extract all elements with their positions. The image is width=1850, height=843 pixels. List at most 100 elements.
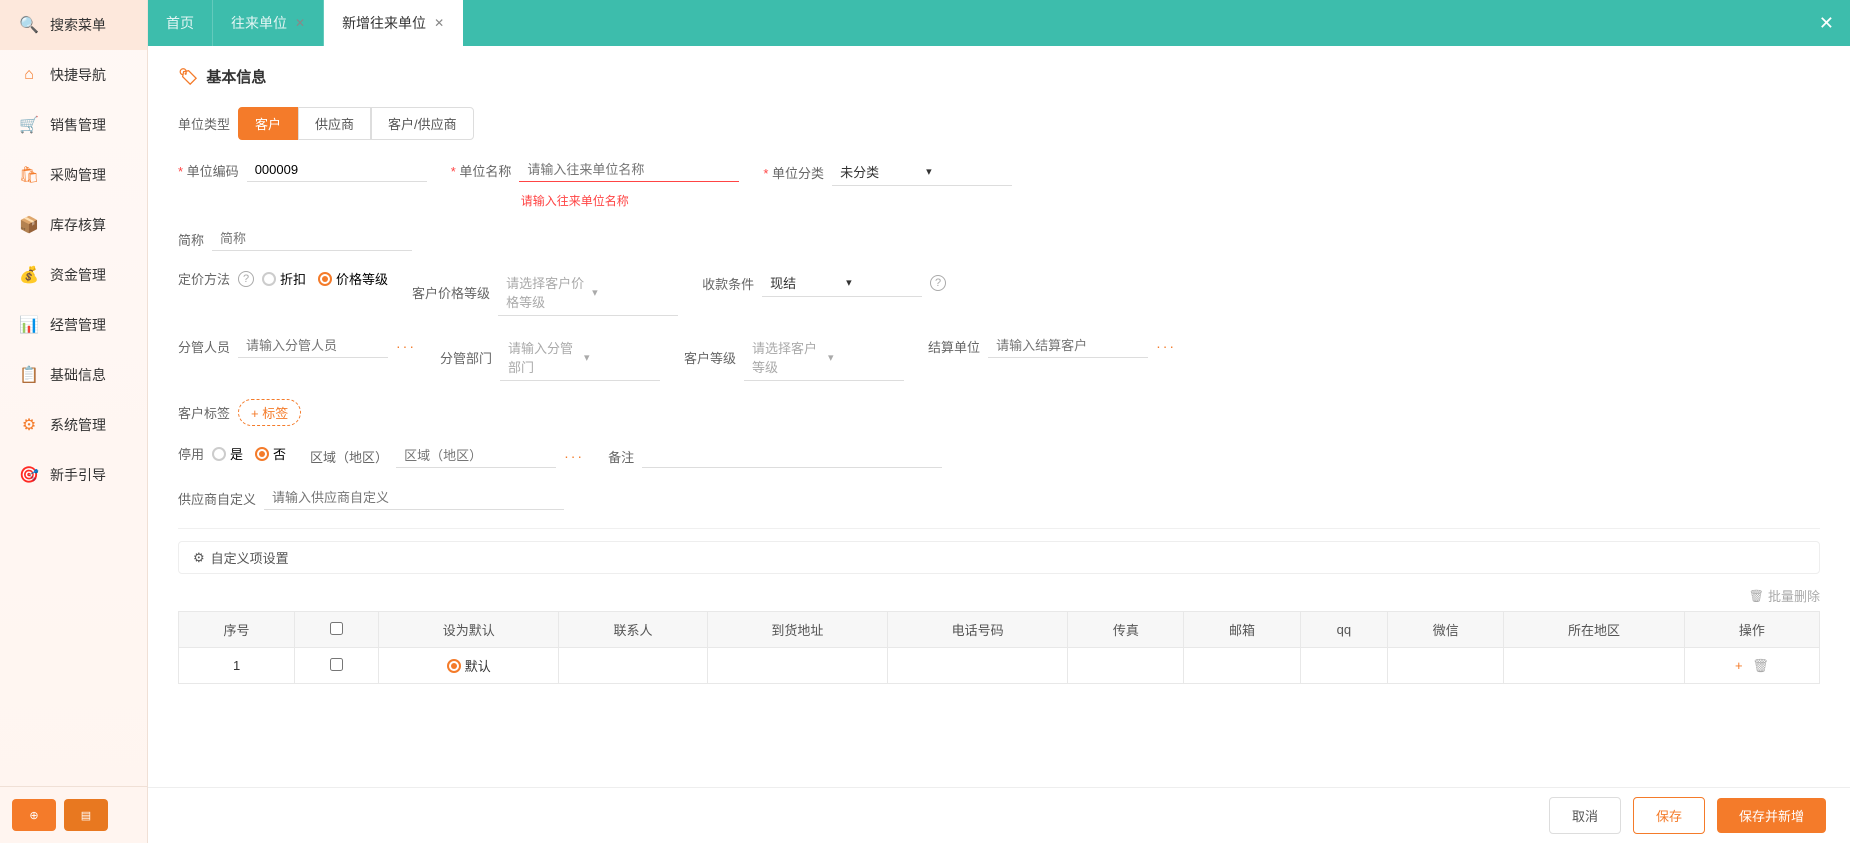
- region-input[interactable]: [396, 444, 556, 468]
- sidebar-item-finance[interactable]: 💰 资金管理: [0, 250, 147, 300]
- col-index: 序号: [179, 612, 295, 648]
- custom-settings-icon: ⚙: [193, 550, 205, 566]
- form-row-codes: 单位编码 单位名称 请输入往来单位名称 单位分类 未分类 ▾: [178, 158, 1820, 209]
- row-delete-btn[interactable]: 🗑: [1752, 658, 1769, 673]
- tab-partners-label: 往来单位: [231, 13, 287, 33]
- unit-code-input[interactable]: [247, 158, 427, 182]
- custom-settings-btn[interactable]: ⚙ 自定义项设置: [178, 541, 1820, 574]
- table-select-all[interactable]: [330, 622, 343, 635]
- table-header-row: 序号 设为默认 联系人 到货地址 电话号码 传真 邮箱 qq 微信 所在地区 操…: [179, 612, 1820, 648]
- shortname-input[interactable]: [212, 227, 412, 251]
- remarks-input[interactable]: [642, 444, 942, 468]
- pricing-level-option[interactable]: 价格等级: [318, 269, 388, 288]
- disabled-yes-radio[interactable]: [212, 447, 226, 461]
- supplier-custom-input[interactable]: [264, 486, 564, 510]
- customer-tags-label: 客户标签: [178, 403, 230, 422]
- section-flag-icon: 🏷: [178, 67, 198, 87]
- sidebar-bottom-btn2[interactable]: ▤: [64, 799, 108, 831]
- unit-type-both-btn[interactable]: 客户/供应商: [371, 107, 474, 140]
- sidebar-item-purchase[interactable]: 🛍 采购管理: [0, 150, 147, 200]
- row-index: 1: [179, 648, 295, 684]
- sidebar-item-operations[interactable]: 📊 经营管理: [0, 300, 147, 350]
- sidebar-bottom-btn1[interactable]: ⊕: [12, 799, 56, 831]
- unit-type-group: 客户 供应商 客户/供应商: [238, 107, 474, 140]
- pricing-discount-label: 折扣: [280, 269, 306, 288]
- form-group-pricing-method: 定价方法 ? 折扣 价格等级: [178, 269, 388, 288]
- operations-icon: 📊: [18, 314, 40, 336]
- settlement-unit-more-btn[interactable]: ···: [1156, 338, 1176, 354]
- sidebar-label-sales: 销售管理: [50, 115, 106, 135]
- tab-home[interactable]: 首页: [148, 0, 213, 46]
- pricing-discount-option[interactable]: 折扣: [262, 269, 306, 288]
- form-group-unit-name: 单位名称 请输入往来单位名称: [451, 158, 740, 209]
- disabled-label: 停用: [178, 444, 204, 463]
- section-title: 基本信息: [206, 66, 266, 87]
- col-region: 所在地区: [1504, 612, 1684, 648]
- row-default-cell: 默认: [379, 648, 559, 684]
- supplier-custom-label: 供应商自定义: [178, 489, 256, 508]
- save-button[interactable]: 保存: [1633, 797, 1705, 834]
- disabled-no-radio[interactable]: [255, 447, 269, 461]
- tab-partners[interactable]: 往来单位 ✕: [213, 0, 324, 46]
- add-tag-btn[interactable]: + 标签: [238, 399, 301, 426]
- batch-delete-area: 🗑 批量删除: [178, 586, 1820, 605]
- pricing-question-icon[interactable]: ?: [238, 271, 254, 287]
- divider: [178, 528, 1820, 529]
- settlement-unit-label: 结算单位: [928, 337, 980, 356]
- region-more-btn[interactable]: ···: [564, 448, 584, 464]
- customer-level-placeholder: 请选择客户等级: [752, 338, 820, 376]
- row-default-radio[interactable]: [447, 659, 461, 673]
- sidebar-item-search[interactable]: 🔍 搜索菜单: [0, 0, 147, 50]
- main-area: 首页 往来单位 ✕ 新增往来单位 ✕ ✕ 🏷 基本信息 单位类型 客户 供应商: [148, 0, 1850, 843]
- customer-level-select[interactable]: 请选择客户等级 ▾: [744, 334, 904, 381]
- tab-new-partner-label: 新增往来单位: [342, 13, 426, 33]
- col-phone: 电话号码: [888, 612, 1068, 648]
- unit-category-select[interactable]: 未分类 ▾: [832, 158, 1012, 186]
- manager-more-btn[interactable]: ···: [396, 338, 416, 354]
- row-checkbox-cell: [295, 648, 379, 684]
- basic-icon: 📋: [18, 364, 40, 386]
- batch-delete-label[interactable]: 批量删除: [1768, 586, 1820, 605]
- settlement-unit-input[interactable]: [988, 334, 1148, 358]
- tab-new-partner[interactable]: 新增往来单位 ✕: [324, 0, 463, 46]
- department-arrow: ▾: [584, 351, 652, 364]
- unit-name-input[interactable]: [519, 158, 739, 182]
- row-default-label: 默认: [465, 656, 491, 675]
- pricing-level-radio[interactable]: [318, 272, 332, 286]
- row-default-radio-option[interactable]: 默认: [389, 656, 548, 675]
- department-select[interactable]: 请输入分管部门 ▾: [500, 334, 660, 381]
- disabled-radio-group: 是 否: [212, 444, 286, 463]
- form-group-region: 区域（地区） ···: [310, 444, 584, 468]
- row-add-btn[interactable]: +: [1735, 658, 1743, 673]
- form-group-shortname: 简称: [178, 227, 412, 251]
- unit-type-customer-btn[interactable]: 客户: [238, 107, 298, 140]
- unit-type-supplier-btn[interactable]: 供应商: [298, 107, 371, 140]
- window-close-btn[interactable]: ✕: [1819, 13, 1834, 34]
- sidebar-item-inventory[interactable]: 📦 库存核算: [0, 200, 147, 250]
- tab-partners-close[interactable]: ✕: [295, 16, 305, 30]
- payment-terms-question-icon[interactable]: ?: [930, 275, 946, 291]
- tab-new-partner-close[interactable]: ✕: [434, 16, 444, 30]
- row-phone: [888, 648, 1068, 684]
- sidebar-item-system[interactable]: ⚙ 系统管理: [0, 400, 147, 450]
- col-contact: 联系人: [559, 612, 707, 648]
- form-group-payment-terms: 收款条件 现结 ▾ ?: [702, 269, 946, 297]
- payment-terms-select[interactable]: 现结 ▾: [762, 269, 922, 297]
- sidebar-item-basic[interactable]: 📋 基础信息: [0, 350, 147, 400]
- sidebar-label-finance: 资金管理: [50, 265, 106, 285]
- col-fax: 传真: [1068, 612, 1184, 648]
- customer-price-level-select[interactable]: 请选择客户价格等级 ▾: [498, 269, 678, 316]
- disabled-yes-option[interactable]: 是: [212, 444, 243, 463]
- save-new-button[interactable]: 保存并新增: [1717, 798, 1826, 833]
- disabled-no-option[interactable]: 否: [255, 444, 286, 463]
- sidebar-item-quicknav[interactable]: ⌂ 快捷导航: [0, 50, 147, 100]
- sidebar-item-sales[interactable]: 🛒 销售管理: [0, 100, 147, 150]
- row-checkbox[interactable]: [330, 658, 343, 671]
- manager-input[interactable]: [238, 334, 388, 358]
- pricing-discount-radio[interactable]: [262, 272, 276, 286]
- col-qq: qq: [1300, 612, 1388, 648]
- sidebar-item-newbie[interactable]: 🎯 新手引导: [0, 450, 147, 500]
- sidebar-label-inventory: 库存核算: [50, 215, 106, 235]
- form-group-remarks: 备注: [608, 444, 942, 468]
- cancel-button[interactable]: 取消: [1549, 797, 1621, 834]
